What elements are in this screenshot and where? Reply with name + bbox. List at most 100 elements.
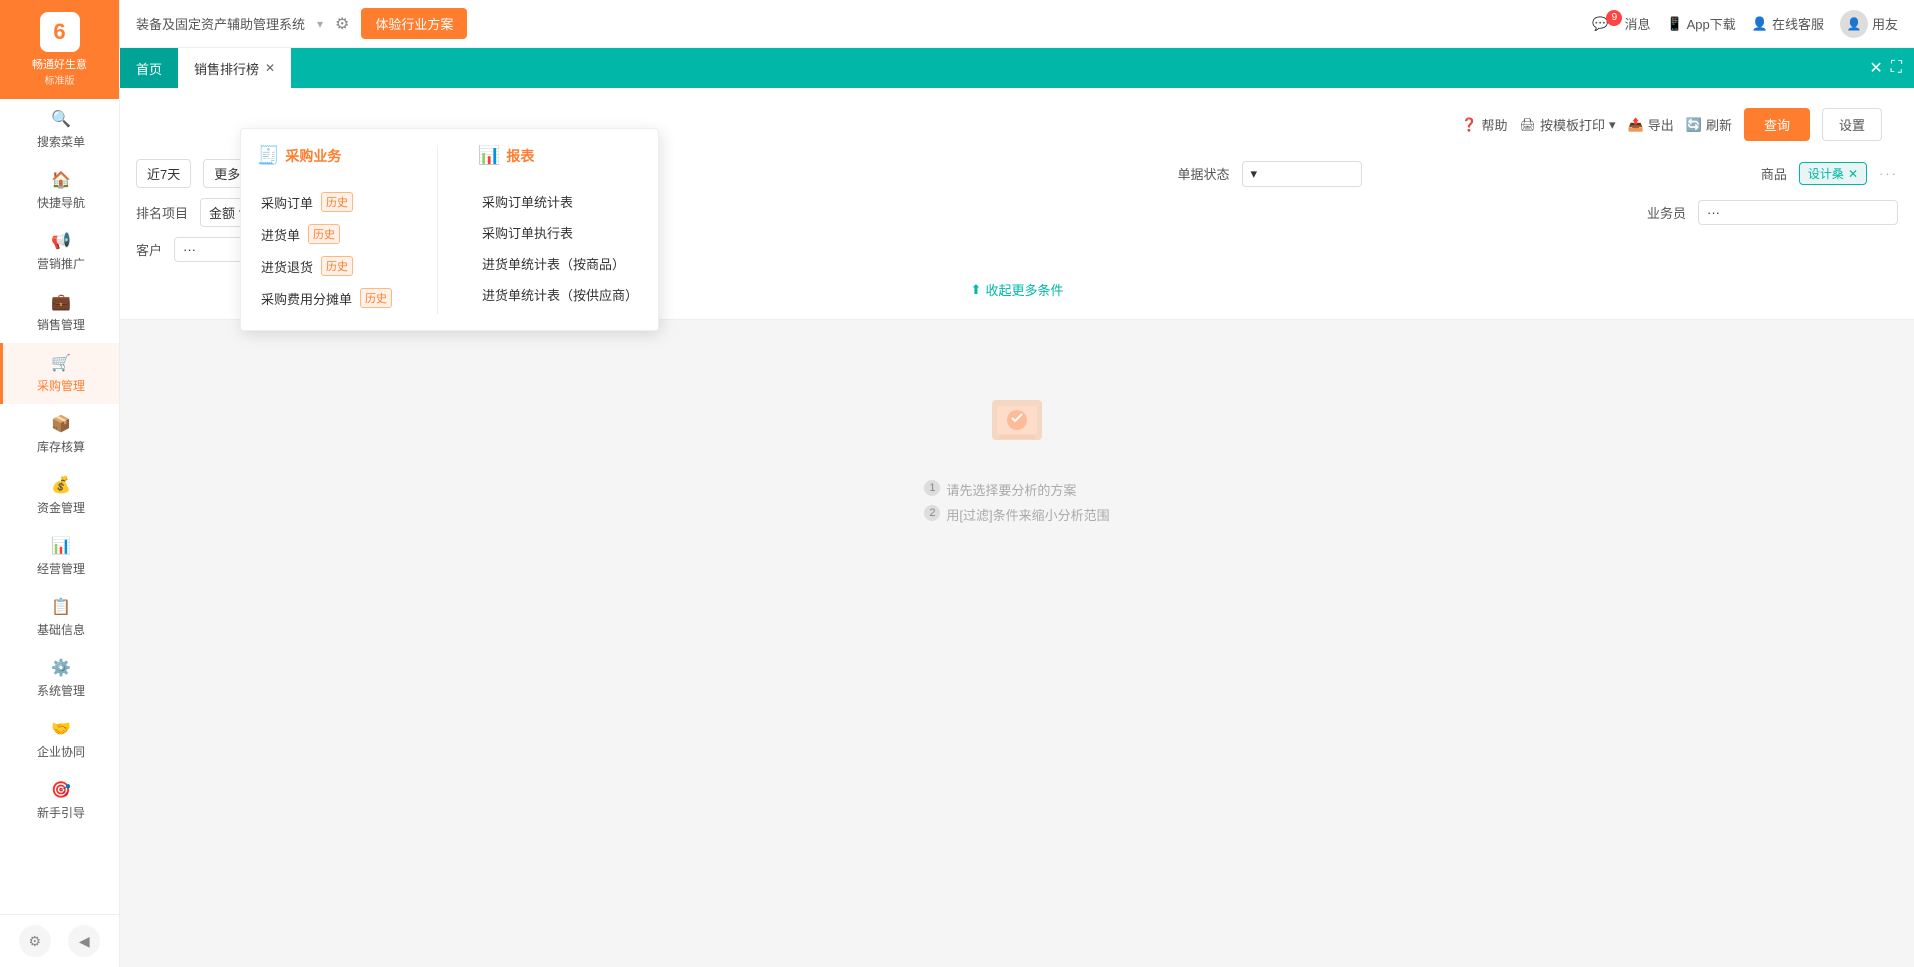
purchase-order-item[interactable]: 采购订单 历史 [257,186,397,218]
empty-tip-2: 2 用[过滤]条件来缩小分析范围 [924,505,1109,524]
purchase-dropdown-menu: 🧾 采购业务 采购订单 历史 进货单 历史 进货退货 历史 采购费用分摊单 [240,128,659,331]
incoming-returns-item[interactable]: 进货退货 历史 [257,250,397,282]
purchase-report-title: 📊 报表 [478,145,642,174]
sidebar-item-basic-info[interactable]: 📋 基础信息 [0,587,119,648]
home-tab-label: 首页 [136,59,162,78]
export-btn[interactable]: 📤 导出 [1628,115,1674,134]
guide-icon: 🎯 [51,780,71,800]
status-label: 单据状态 [1178,164,1230,183]
query-btn[interactable]: 查询 [1744,108,1810,141]
salesperson-label: 业务员 [1647,203,1686,222]
sidebar-item-enterprise[interactable]: 🤝 企业协同 [0,709,119,770]
purchase-biz-icon: 🧾 [257,145,279,166]
dropdown-arrow-icon[interactable]: ▾ [317,17,323,31]
incoming-by-supplier-item[interactable]: 进货单统计表（按供应商） [478,279,642,310]
online-service-btn[interactable]: 👤 在线客服 [1752,14,1824,33]
purchase-expense-item[interactable]: 采购费用分摊单 历史 [257,282,397,314]
sidebar-item-marketing[interactable]: 📢 营销推广 [0,221,119,282]
customer-select-dots: ··· [183,242,196,257]
avatar: 👤 [1840,10,1868,38]
topbar-right: 💬 9 消息 📱 App下载 👤 在线客服 👤 用友 [1592,10,1898,38]
incoming-goods-item[interactable]: 进货单 历史 [257,218,397,250]
logo-sub: 标准版 [45,72,75,87]
sidebar-menu: 🔍 搜索菜单 🏠 快捷导航 📢 营销推广 💼 销售管理 🛒 采购管理 📦 库存核… [0,99,119,914]
system-title: 装备及固定资产辅助管理系统 [136,14,305,33]
purchase-icon: 🛒 [51,353,71,373]
sidebar-item-search[interactable]: 🔍 搜索菜单 [0,99,119,160]
goods-tag-remove-btn[interactable]: ✕ [1848,167,1858,181]
empty-tips: 1 请先选择要分析的方案 2 用[过滤]条件来缩小分析范围 [924,480,1109,530]
marketing-icon: 📢 [51,231,71,251]
status-select[interactable]: ▾ [1242,161,1362,187]
sidebar-item-quick-nav[interactable]: 🏠 快捷导航 [0,160,119,221]
date-range-7days[interactable]: 近7天 [136,159,191,188]
sidebar-item-operations[interactable]: 📊 经营管理 [0,526,119,587]
purchase-biz-title: 🧾 采购业务 [257,145,397,174]
salesperson-select[interactable]: ··· [1698,200,1898,225]
sidebar-item-purchase[interactable]: 🛒 采购管理 [0,343,119,404]
sidebar-item-guide[interactable]: 🎯 新手引导 [0,770,119,831]
app-download-label: App下载 [1687,14,1736,33]
settings-btn[interactable]: 设置 [1822,108,1882,141]
print-dropdown-icon[interactable]: ▾ [1609,117,1616,133]
menu-divider [437,145,438,314]
purchase-order-stats-item[interactable]: 采购订单统计表 [478,186,642,217]
tabbar: 首页 销售排行榜 ✕ ✕ ⛶ [120,48,1914,88]
app-logo: 6 畅通好生意 标准版 [0,0,119,99]
refresh-icon: 🔄 [1686,117,1702,133]
home-icon: 🏠 [51,170,71,190]
purchase-report-col: 📊 报表 采购订单统计表 采购订单执行表 进货单统计表（按商品） 进货单统计表（… [478,145,642,314]
settings-footer-btn[interactable]: ⚙ [19,925,51,957]
sidebar-item-finance[interactable]: 💰 资金管理 [0,465,119,526]
tab-sales-rank[interactable]: 销售排行榜 ✕ [178,48,291,88]
sales-rank-tab-label: 销售排行榜 [194,59,259,78]
history-badge: 历史 [308,224,340,244]
system-icon: ⚙️ [51,658,71,678]
report-icon: 📊 [478,145,500,166]
sidebar-item-system[interactable]: ⚙️ 系统管理 [0,648,119,709]
app-download-btn[interactable]: 📱 App下载 [1666,14,1735,33]
sidebar-item-sales[interactable]: 💼 销售管理 [0,282,119,343]
finance-icon: 💰 [51,475,71,495]
tab-close-icon[interactable]: ✕ [265,61,275,75]
purchase-order-exec-item[interactable]: 采购订单执行表 [478,217,642,248]
history-badge: 历史 [321,192,353,212]
empty-state: 1 请先选择要分析的方案 2 用[过滤]条件来缩小分析范围 [120,320,1914,590]
goods-label: 商品 [1761,164,1787,183]
notifications-btn[interactable]: 💬 9 消息 [1592,14,1650,33]
history-badge: 历史 [321,256,353,276]
user-menu-btn[interactable]: 👤 用友 [1840,10,1898,38]
help-icon: ❓ [1461,117,1477,133]
search-icon: 🔍 [51,109,71,129]
sidebar-footer: ⚙ ◀ [0,914,119,967]
service-icon: 👤 [1752,16,1768,32]
notifications-badge: 9 [1606,10,1622,26]
tab-home[interactable]: 首页 [120,48,178,88]
tabbar-right: ✕ ⛶ [1869,58,1914,78]
gear-icon[interactable]: ⚙ [335,14,349,34]
goods-more-btn[interactable]: ··· [1879,166,1898,181]
operations-icon: 📊 [51,536,71,556]
sales-icon: 💼 [51,292,71,312]
empty-illustration [977,380,1057,460]
incoming-by-goods-item[interactable]: 进货单统计表（按商品） [478,248,642,279]
rank-label: 排名项目 [136,203,188,222]
export-icon: 📤 [1628,117,1644,133]
enterprise-icon: 🤝 [51,719,71,739]
print-icon: 🖨 [1520,117,1537,133]
refresh-btn[interactable]: 🔄 刷新 [1686,115,1732,134]
topbar: 装备及固定资产辅助管理系统 ▾ ⚙ 体验行业方案 💬 9 消息 📱 App下载 … [120,0,1914,48]
purchase-biz-col: 🧾 采购业务 采购订单 历史 进货单 历史 进货退货 历史 采购费用分摊单 [257,145,397,314]
logo-icon: 6 [40,12,80,52]
print-btn[interactable]: 🖨 按模板打印 ▾ [1520,115,1616,134]
sidebar-item-inventory[interactable]: 📦 库存核算 [0,404,119,465]
industry-btn[interactable]: 体验行业方案 [361,8,467,39]
sidebar: 6 畅通好生意 标准版 🔍 搜索菜单 🏠 快捷导航 📢 营销推广 💼 销售管理 … [0,0,120,967]
collapse-sidebar-btn[interactable]: ◀ [68,925,100,957]
help-btn[interactable]: ❓ 帮助 [1461,115,1507,134]
close-window-icon[interactable]: ✕ [1869,58,1882,78]
empty-tip-1: 1 请先选择要分析的方案 [924,480,1109,499]
maximize-icon[interactable]: ⛶ [1891,59,1902,77]
customer-label: 客户 [136,240,162,259]
page-content: 🧾 采购业务 采购订单 历史 进货单 历史 进货退货 历史 采购费用分摊单 [120,88,1914,967]
